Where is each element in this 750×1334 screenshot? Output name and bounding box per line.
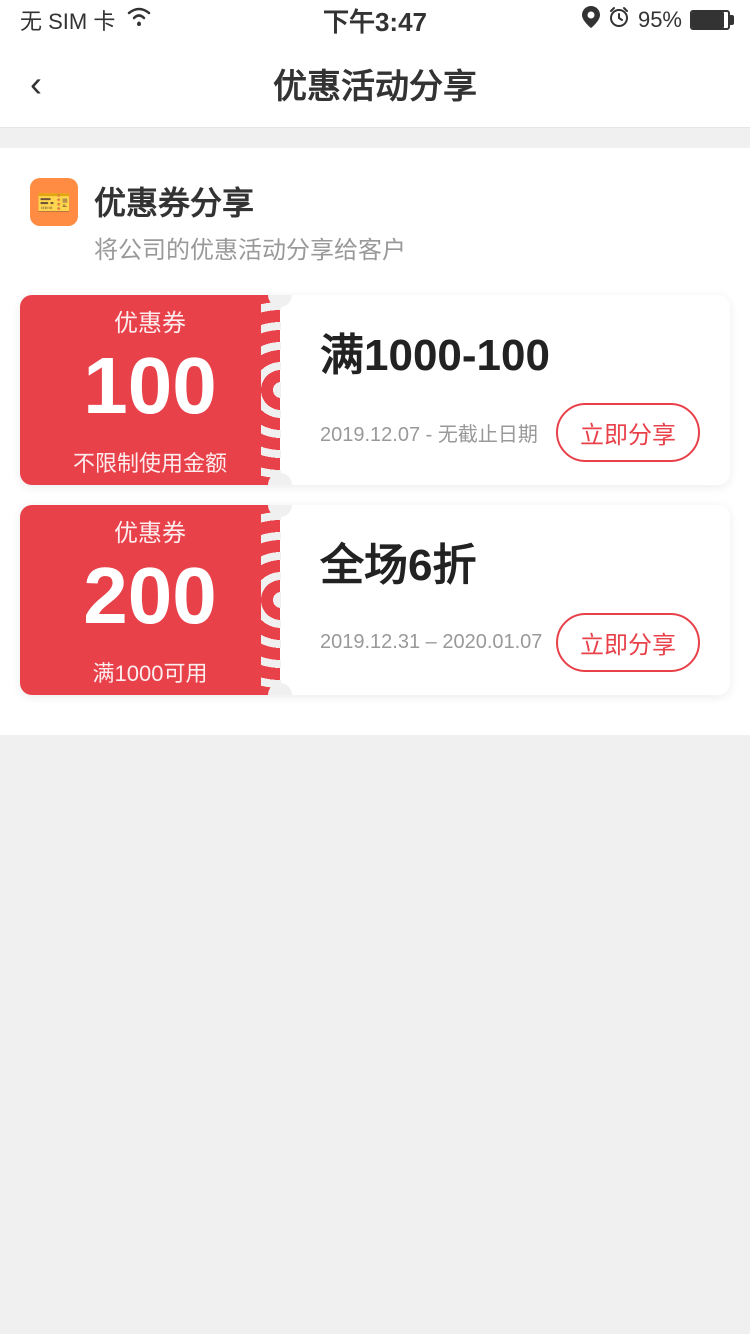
section-text: 优惠券分享 将公司的优惠活动分享给客户 (94, 178, 406, 265)
coupon-condition-1: 不限制使用金额 (73, 446, 227, 478)
section-subtitle: 将公司的优惠活动分享给客户 (94, 230, 406, 265)
coupon-amount-2: 200 (83, 556, 216, 636)
coupon-footer-2: 2019.12.31 – 2020.01.07 立即分享 (320, 613, 700, 672)
back-button[interactable]: ‹ (30, 63, 42, 105)
section-header: 🎫 优惠券分享 将公司的优惠活动分享给客户 (0, 148, 750, 285)
coupon-right-1: 满1000-100 2019.12.07 - 无截止日期 立即分享 (280, 295, 730, 485)
coupon-amount-1: 100 (83, 346, 216, 426)
sim-label: 无 SIM 卡 (20, 4, 115, 36)
share-button-1[interactable]: 立即分享 (556, 403, 700, 462)
coupon-date-1: 2019.12.07 - 无截止日期 (320, 418, 538, 447)
coupon-name-1: 满1000-100 (320, 319, 700, 383)
battery-percent: 95% (638, 7, 682, 33)
location-icon (582, 6, 600, 34)
coupon-icon-glyph: 🎫 (37, 186, 72, 219)
empty-area (0, 735, 750, 1235)
status-bar: 无 SIM 卡 下午3:47 95 (0, 0, 750, 40)
separator-top (0, 128, 750, 148)
page-title: 优惠活动分享 (273, 59, 477, 108)
coupon-left-1: 优惠券 100 不限制使用金额 (20, 295, 280, 485)
share-button-2[interactable]: 立即分享 (556, 613, 700, 672)
nav-bar: ‹ 优惠活动分享 (0, 40, 750, 128)
coupon-label-2: 优惠券 (114, 513, 186, 548)
coupon-footer-1: 2019.12.07 - 无截止日期 立即分享 (320, 403, 700, 462)
coupon-name-2: 全场6折 (320, 529, 700, 593)
coupon-left-2: 优惠券 200 满1000可用 (20, 505, 280, 695)
coupon-card-2: 优惠券 200 满1000可用 全场6折 2019.12.31 – 2020.0… (20, 505, 730, 695)
status-right: 95% (582, 6, 730, 34)
wifi-icon (125, 7, 153, 33)
section-icon: 🎫 (30, 178, 78, 226)
section-title: 优惠券分享 (94, 178, 406, 224)
coupon-date-2: 2019.12.31 – 2020.01.07 (320, 631, 542, 654)
coupon-card-1: 优惠券 100 不限制使用金额 满1000-100 2019.12.07 - 无… (20, 295, 730, 485)
status-left: 无 SIM 卡 (20, 4, 153, 36)
coupon-right-2: 全场6折 2019.12.31 – 2020.01.07 立即分享 (280, 505, 730, 695)
coupon-label-1: 优惠券 (114, 303, 186, 338)
coupon-list: 优惠券 100 不限制使用金额 满1000-100 2019.12.07 - 无… (0, 285, 750, 735)
battery-icon (690, 10, 730, 30)
alarm-icon (608, 6, 630, 34)
status-time: 下午3:47 (323, 2, 427, 39)
coupon-condition-2: 满1000可用 (93, 656, 208, 688)
